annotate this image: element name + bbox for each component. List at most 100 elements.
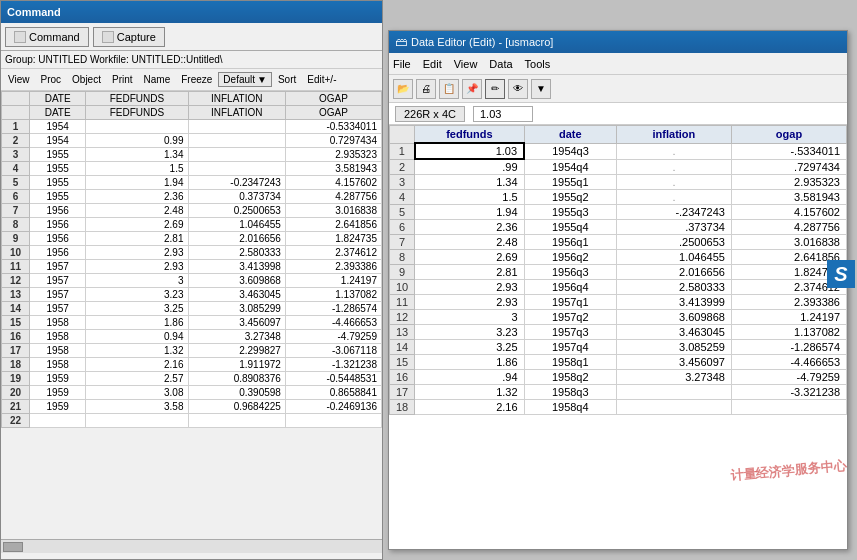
editor-menu-edit[interactable]: Edit [423, 58, 442, 70]
cell-inflation: . [616, 159, 731, 175]
editor-data-table: fedfunds date inflation ogap 1 1.03 1954… [389, 125, 847, 415]
cell-fedfunds[interactable]: 2.93 [415, 280, 524, 295]
cell-fedfunds[interactable]: 2.36 [415, 220, 524, 235]
left-table-container: DATE FEDFUNDS INFLATION OGAP DATE FEDFUN… [1, 91, 382, 539]
cell-inflation: 2.580333 [616, 280, 731, 295]
cell-fedfunds[interactable]: 1.86 [415, 355, 524, 370]
cell-inflation [188, 414, 285, 428]
table-row: 19 1959 2.57 0.8908376 -0.5448531 [2, 372, 382, 386]
editor-menu-view[interactable]: View [454, 58, 478, 70]
row-num: 8 [2, 218, 30, 232]
cell-inflation: 2.016656 [616, 265, 731, 280]
cell-ogap: 1.137082 [285, 288, 381, 302]
cell-fedfunds[interactable]: 1.5 [415, 190, 524, 205]
dropdown-arrow-icon: ▼ [257, 74, 267, 85]
cell-date: 1959 [30, 372, 86, 386]
cell-date: 1956q2 [524, 250, 616, 265]
cell-date: 1958q4 [524, 400, 616, 415]
cell-reference: 226R x 4C [395, 106, 465, 122]
print-icon[interactable]: 🖨 [416, 79, 436, 99]
cell-fedfunds: 3.23 [86, 288, 188, 302]
cell-fedfunds[interactable]: 2.16 [415, 400, 524, 415]
editor-menu-tools[interactable]: Tools [525, 58, 551, 70]
cell-fedfunds[interactable]: 2.69 [415, 250, 524, 265]
cell-fedfunds[interactable]: .99 [415, 159, 524, 175]
copy-icon[interactable]: 📋 [439, 79, 459, 99]
editor-col-header-row: fedfunds date inflation ogap [390, 126, 847, 144]
open-icon[interactable]: 📂 [393, 79, 413, 99]
table-row: 13 3.23 1957q3 3.463045 1.137082 [390, 325, 847, 340]
cell-ogap: .7297434 [731, 159, 846, 175]
left-menu-toolbar: View Proc Object Print Name Freeze Defau… [1, 69, 382, 91]
cell-inflation: 3.456097 [188, 316, 285, 330]
editor-th-inflation[interactable]: inflation [616, 126, 731, 144]
command-toolbar: Command Capture [1, 23, 382, 51]
th-fedfunds-type: FEDFUNDS [86, 106, 188, 120]
row-num: 4 [2, 162, 30, 176]
cell-inflation [188, 134, 285, 148]
command-button[interactable]: Command [5, 27, 89, 47]
editor-menu-data[interactable]: Data [489, 58, 512, 70]
row-num: 14 [390, 340, 415, 355]
table-row: 18 1958 2.16 1.911972 -1.321238 [2, 358, 382, 372]
menu-object[interactable]: Object [67, 73, 106, 86]
cell-fedfunds: 0.94 [86, 330, 188, 344]
cell-date: 1954 [30, 120, 86, 134]
editor-menu-file[interactable]: File [393, 58, 411, 70]
cell-ogap: 3.581943 [731, 190, 846, 205]
cell-fedfunds[interactable]: 2.93 [415, 295, 524, 310]
cell-ogap: 1.824735 [285, 232, 381, 246]
table-row: 6 1955 2.36 0.373734 4.287756 [2, 190, 382, 204]
editor-th-ogap[interactable]: ogap [731, 126, 846, 144]
cell-fedfunds[interactable]: 1.34 [415, 175, 524, 190]
cell-fedfunds: 2.69 [86, 218, 188, 232]
cell-fedfunds[interactable]: 1.94 [415, 205, 524, 220]
cell-fedfunds[interactable]: 2.48 [415, 235, 524, 250]
cell-fedfunds [86, 120, 188, 134]
cell-fedfunds[interactable]: 3.23 [415, 325, 524, 340]
left-scrollbar-thumb[interactable] [3, 542, 23, 552]
menu-sort[interactable]: Sort [273, 73, 301, 86]
cell-fedfunds[interactable]: 1.03 [415, 143, 524, 159]
cell-date: 1957q2 [524, 310, 616, 325]
edit-icon[interactable]: ✏ [485, 79, 505, 99]
cell-fedfunds[interactable]: .94 [415, 370, 524, 385]
cell-value[interactable]: 1.03 [473, 106, 533, 122]
row-num: 16 [2, 330, 30, 344]
cell-fedfunds[interactable]: 1.32 [415, 385, 524, 400]
paste-icon[interactable]: 📌 [462, 79, 482, 99]
cell-fedfunds[interactable]: 3 [415, 310, 524, 325]
capture-button[interactable]: Capture [93, 27, 165, 47]
cell-fedfunds: 3.58 [86, 400, 188, 414]
editor-scroll-container[interactable]: fedfunds date inflation ogap 1 1.03 1954… [389, 125, 847, 529]
cell-fedfunds[interactable]: 3.25 [415, 340, 524, 355]
menu-view[interactable]: View [3, 73, 35, 86]
menu-freeze[interactable]: Freeze [176, 73, 217, 86]
cell-fedfunds: 1.86 [86, 316, 188, 330]
table-row: 8 2.69 1956q2 1.046455 2.641856 [390, 250, 847, 265]
cell-ogap: 3.581943 [285, 162, 381, 176]
cell-ogap: 4.157602 [285, 176, 381, 190]
table-row: 14 1957 3.25 3.085299 -1.286574 [2, 302, 382, 316]
menu-editplus[interactable]: Edit+/- [302, 73, 341, 86]
cell-ogap: -4.466653 [285, 316, 381, 330]
row-num: 20 [2, 386, 30, 400]
menu-proc[interactable]: Proc [36, 73, 67, 86]
view-icon[interactable]: 👁 [508, 79, 528, 99]
command-title: Command [7, 6, 61, 18]
cell-fedfunds: 3 [86, 274, 188, 288]
cell-fedfunds: 2.93 [86, 246, 188, 260]
row-num: 1 [2, 120, 30, 134]
default-dropdown[interactable]: Default ▼ [218, 72, 272, 87]
cell-date: 1954q3 [524, 143, 616, 159]
filter-icon[interactable]: ▼ [531, 79, 551, 99]
cell-fedfunds[interactable]: 2.81 [415, 265, 524, 280]
cell-fedfunds: 2.48 [86, 204, 188, 218]
cell-date: 1956 [30, 246, 86, 260]
left-scrollbar[interactable] [1, 539, 382, 553]
menu-print[interactable]: Print [107, 73, 138, 86]
editor-th-fedfunds[interactable]: fedfunds [415, 126, 524, 144]
table-row: 15 1.86 1958q1 3.456097 -4.466653 [390, 355, 847, 370]
editor-th-date[interactable]: date [524, 126, 616, 144]
menu-name[interactable]: Name [139, 73, 176, 86]
